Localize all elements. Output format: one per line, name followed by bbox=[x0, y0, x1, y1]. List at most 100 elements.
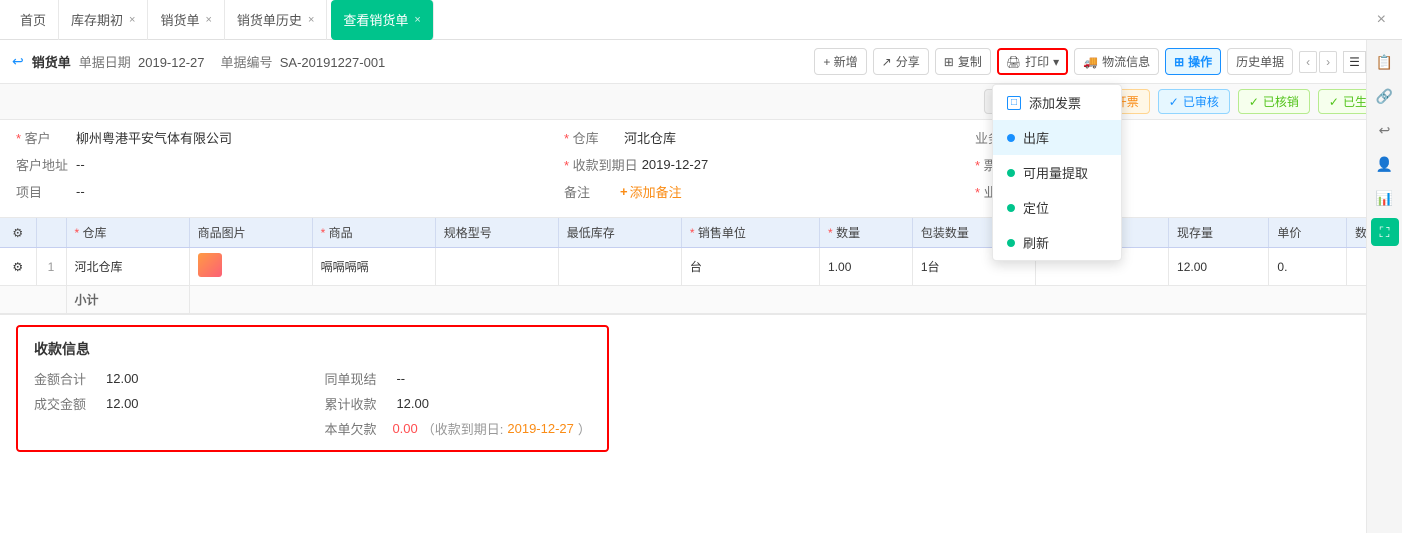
form-area: 客户 柳州粤港平安气体有限公司 仓库 河北仓库 业务员 演示账号 客户地址 -- bbox=[0, 120, 1402, 218]
toolbar-actions: + 新增 ↗ 分享 ⊞ 复制 🖨 打印 ▾ 🚚 物流信息 bbox=[814, 48, 1390, 75]
warehouse-value: 河北仓库 bbox=[624, 128, 975, 147]
tab-check-sales-label: 查看销货单 bbox=[343, 10, 408, 29]
col-warehouse: 仓库 bbox=[66, 218, 189, 248]
bottom-panel: 收款信息 金额合计 12.00 同单现结 -- 成交金额 12.00 bbox=[0, 315, 1402, 462]
row-unit-price: 0. bbox=[1269, 248, 1347, 286]
cumulative-label: 累计收款 bbox=[324, 394, 388, 413]
col-quantity: 数量 bbox=[820, 218, 913, 248]
tab-inventory[interactable]: 库存期初 × bbox=[59, 0, 148, 40]
sidebar-user-icon[interactable]: 👤 bbox=[1371, 150, 1399, 178]
cancel-icon: ✓ bbox=[1249, 95, 1259, 109]
project-field: 项目 -- bbox=[16, 182, 564, 201]
date-meta: 单据日期 2019-12-27 bbox=[79, 52, 205, 71]
refresh-label: 刷新 bbox=[1023, 233, 1049, 252]
due-date-label: 收款到期日 bbox=[564, 155, 638, 174]
col-settings: ⚙ bbox=[0, 218, 36, 248]
date-value: 2019-12-27 bbox=[138, 55, 205, 70]
same-order-value: -- bbox=[396, 371, 405, 386]
prev-arrow[interactable]: ‹ bbox=[1299, 51, 1317, 73]
tab-check-sales-close[interactable]: × bbox=[414, 14, 420, 26]
print-icon: 🖨 bbox=[1006, 55, 1021, 69]
total-label: 金额合计 bbox=[34, 369, 98, 388]
operate-button[interactable]: ⊞ 操作 bbox=[1165, 48, 1221, 75]
outbound-item[interactable]: 出库 bbox=[993, 120, 1121, 155]
tab-sales[interactable]: 销货单 × bbox=[148, 0, 224, 40]
row-quantity: 1.00 bbox=[820, 248, 913, 286]
share-icon: ↗ bbox=[882, 55, 892, 69]
total-row: 金额合计 12.00 bbox=[34, 369, 300, 388]
row-unit: 台 bbox=[681, 248, 819, 286]
number-value: SA-20191227-001 bbox=[280, 55, 386, 70]
print-dropdown-arrow: ▾ bbox=[1053, 55, 1059, 69]
tab-inventory-close[interactable]: × bbox=[129, 14, 135, 26]
product-table: ⚙ 仓库 商品图片 商品 规格型号 最低库存 销售单位 数量 包装数量 可用量 … bbox=[0, 218, 1402, 314]
confirm-button[interactable]: ✓ 已审核 bbox=[1158, 89, 1230, 114]
total-value: 12.00 bbox=[106, 371, 139, 386]
address-field: 客户地址 -- bbox=[16, 155, 564, 174]
col-image: 商品图片 bbox=[189, 218, 312, 248]
payment-section: 收款信息 金额合计 12.00 同单现结 -- 成交金额 12.00 bbox=[16, 325, 609, 452]
window-close-button[interactable]: × bbox=[1369, 11, 1394, 29]
add-note-button[interactable]: 添加备注 bbox=[620, 182, 682, 201]
tab-sales-history[interactable]: 销货单历史 × bbox=[225, 0, 327, 40]
tab-home[interactable]: 首页 bbox=[8, 0, 59, 40]
tab-sales-label: 销货单 bbox=[160, 10, 199, 29]
project-value: -- bbox=[76, 184, 564, 199]
number-meta: 单据编号 SA-20191227-001 bbox=[221, 52, 386, 71]
col-spec: 规格型号 bbox=[435, 218, 558, 248]
sidebar-chart-icon[interactable]: 📊 bbox=[1371, 184, 1399, 212]
effective-icon: ✓ bbox=[1329, 95, 1339, 109]
grid-icon: ⊞ bbox=[1174, 55, 1184, 69]
col-unit-price: 单价 bbox=[1269, 218, 1347, 248]
refresh-item[interactable]: 刷新 bbox=[993, 225, 1121, 260]
copy-button[interactable]: ⊞ 复制 bbox=[935, 48, 991, 75]
next-arrow[interactable]: › bbox=[1319, 51, 1337, 73]
main-content: ↩ 销货单 单据日期 2019-12-27 单据编号 SA-20191227-0… bbox=[0, 40, 1402, 533]
address-value: -- bbox=[76, 157, 564, 172]
note-field: 备注 添加备注 bbox=[564, 182, 975, 201]
right-sidebar: 📋 🔗 ↩ 👤 📊 ⛶ bbox=[1366, 40, 1402, 533]
subtotal-label-text: 小计 bbox=[66, 286, 189, 314]
history-button[interactable]: 历史单据 bbox=[1227, 48, 1293, 75]
check-icon: ✓ bbox=[1169, 95, 1179, 109]
sidebar-expand-icon[interactable]: ⛶ bbox=[1371, 218, 1399, 246]
payment-grid: 金额合计 12.00 同单现结 -- 成交金额 12.00 累计收款 12.00 bbox=[34, 369, 591, 438]
tab-inventory-label: 库存期初 bbox=[71, 10, 123, 29]
tab-bar: 首页 库存期初 × 销货单 × 销货单历史 × 查看销货单 × × bbox=[0, 0, 1402, 40]
available-qty-label: 可用量提取 bbox=[1023, 163, 1088, 182]
row-current-stock: 12.00 bbox=[1169, 248, 1269, 286]
outbound-dot bbox=[1007, 134, 1015, 142]
same-order-label: 同单现结 bbox=[324, 369, 388, 388]
sidebar-doc-icon[interactable]: 📋 bbox=[1371, 48, 1399, 76]
row-warehouse: 河北仓库 bbox=[66, 248, 189, 286]
tab-sales-history-close[interactable]: × bbox=[308, 14, 314, 26]
product-thumbnail bbox=[198, 253, 222, 277]
this-order-date: 2019-12-27 bbox=[507, 421, 574, 436]
col-unit: 销售单位 bbox=[681, 218, 819, 248]
new-button[interactable]: + 新增 bbox=[814, 48, 866, 75]
address-label: 客户地址 bbox=[16, 155, 72, 174]
table-row: ⚙ 1 河北仓库 嗝嗝嗝嗝 台 1.00 1台 12.00 bbox=[0, 248, 1402, 286]
logistics-button[interactable]: 🚚 物流信息 bbox=[1074, 48, 1159, 75]
due-date-field: 收款到期日 2019-12-27 bbox=[564, 155, 975, 174]
doc-meta: 单据日期 2019-12-27 单据编号 SA-20191227-001 bbox=[79, 52, 386, 71]
locate-item[interactable]: 定位 bbox=[993, 190, 1121, 225]
tab-check-sales[interactable]: 查看销货单 × bbox=[331, 0, 433, 40]
available-qty-item[interactable]: 可用量提取 bbox=[993, 155, 1121, 190]
cancelled-button[interactable]: ✓ 已核销 bbox=[1238, 89, 1310, 114]
row-num: 1 bbox=[36, 248, 66, 286]
col-min-stock: 最低库存 bbox=[558, 218, 681, 248]
row-settings[interactable]: ⚙ bbox=[0, 248, 36, 286]
deal-amount-label: 成交金额 bbox=[34, 394, 98, 413]
tab-sales-close[interactable]: × bbox=[205, 14, 211, 26]
subtotal-row: 小计 bbox=[0, 286, 1402, 314]
row-product: 嗝嗝嗝嗝 bbox=[312, 248, 435, 286]
sidebar-refresh-icon[interactable]: ↩ bbox=[1371, 116, 1399, 144]
add-invoice-item[interactable]: □ 添加发票 bbox=[993, 85, 1121, 120]
outbound-label: 出库 bbox=[1023, 128, 1049, 147]
sidebar-link-icon[interactable]: 🔗 bbox=[1371, 82, 1399, 110]
view-list[interactable]: ☰ bbox=[1343, 51, 1366, 73]
row-spec bbox=[435, 248, 558, 286]
share-button[interactable]: ↗ 分享 bbox=[873, 48, 929, 75]
print-button[interactable]: 🖨 打印 ▾ bbox=[997, 48, 1068, 75]
